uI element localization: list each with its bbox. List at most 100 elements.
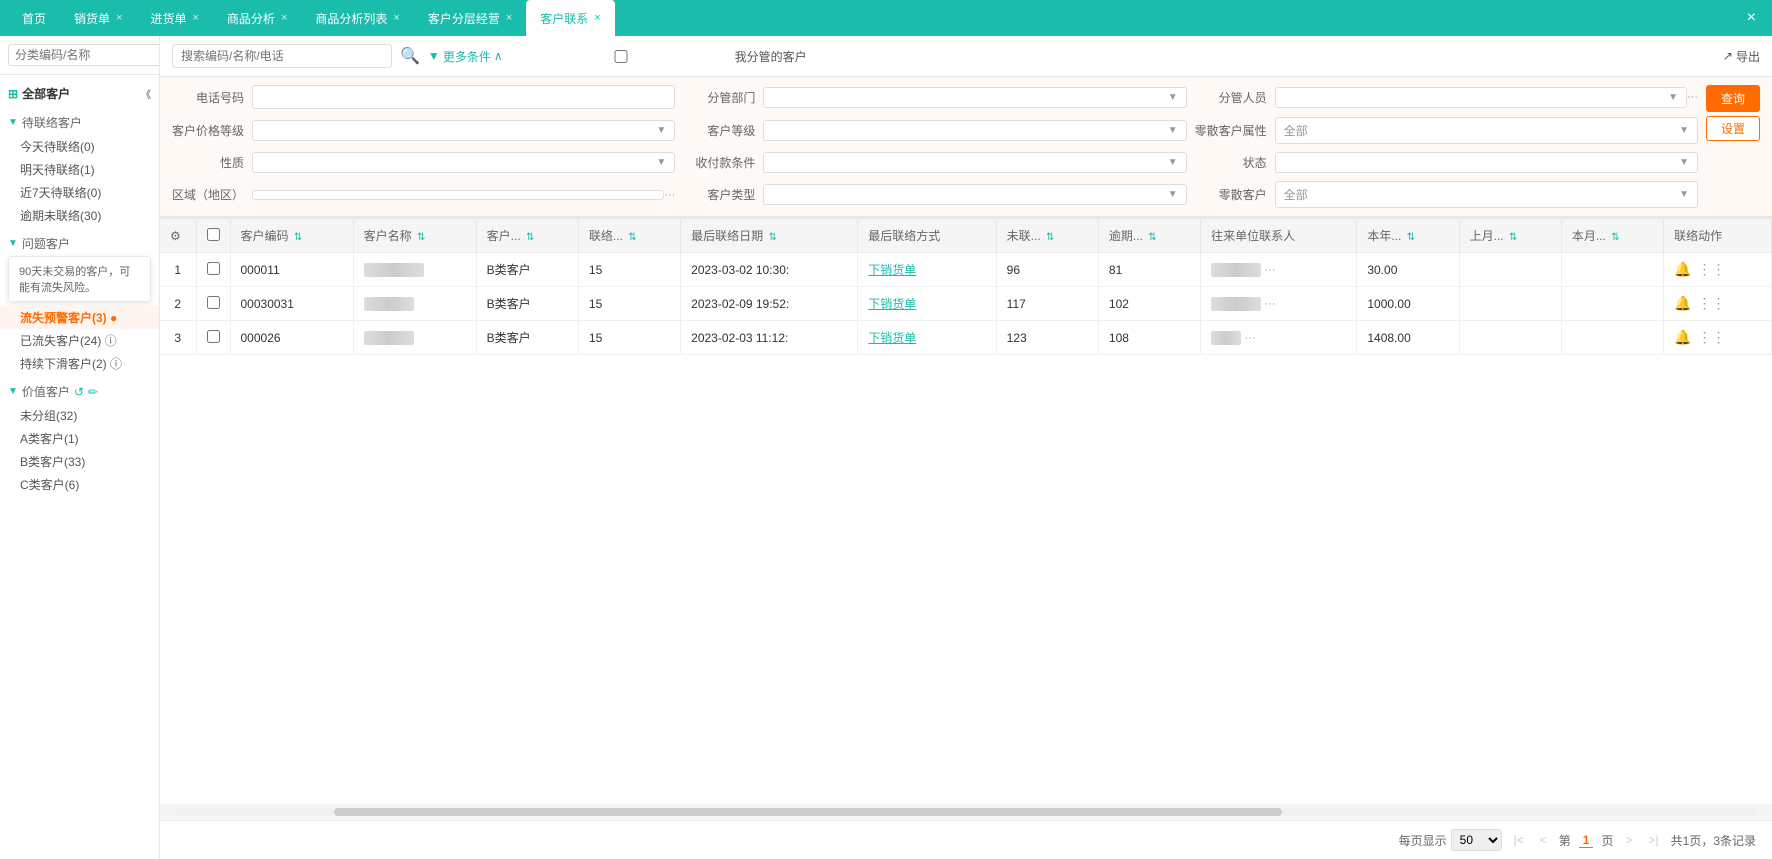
sidebar-item-class-b[interactable]: B类客户(33) <box>0 450 159 473</box>
nav-product-analysis[interactable]: 商品分析 × <box>213 0 301 36</box>
sidebar-item-week-pending[interactable]: 近7天待联络(0) <box>0 181 159 204</box>
th-last-contact-method[interactable]: 最后联络方式 <box>858 219 996 253</box>
th-this-year[interactable]: 本年... ⇅ <box>1357 219 1459 253</box>
nav-product-analysis-list-close[interactable]: × <box>393 12 399 24</box>
nav-product-analysis-close[interactable]: × <box>281 12 287 24</box>
th-customer-type[interactable]: 客户... ⇅ <box>476 219 578 253</box>
row-last-contact-method[interactable]: 下销货单 <box>858 253 996 287</box>
th-uncontacted-days[interactable]: 未联... ⇅ <box>996 219 1098 253</box>
nav-customer-contact-close[interactable]: × <box>594 12 600 24</box>
nav-customer-contact[interactable]: 客户联系 × <box>526 0 614 36</box>
row-checkbox-cell[interactable] <box>196 287 230 321</box>
filter-payment-select[interactable]: ▼ <box>763 152 1186 173</box>
export-button[interactable]: ↗ 导出 <box>1723 48 1760 65</box>
filter-customer-level-select[interactable]: ▼ <box>763 120 1186 141</box>
filter-scatter-customer-select[interactable]: 全部 ▼ <box>1275 181 1698 208</box>
row-customer-code: 000026 <box>230 321 353 355</box>
nav-home[interactable]: 首页 <box>8 0 60 36</box>
sidebar-all-customers-title[interactable]: ⊞ 全部客户 《 <box>8 81 151 106</box>
first-page-btn[interactable]: |< <box>1510 831 1528 849</box>
sidebar-search-input[interactable] <box>8 44 160 66</box>
th-contact-person[interactable]: 往来单位联系人 <box>1201 219 1357 253</box>
sidebar-item-class-c[interactable]: C类客户(6) <box>0 473 159 496</box>
sidebar-item-class-a[interactable]: A类客户(1) <box>0 427 159 450</box>
sort-icon-year: ⇅ <box>1407 232 1415 243</box>
filter-scatter-attr-select[interactable]: 全部 ▼ <box>1275 117 1698 144</box>
sidebar-section-pending-title[interactable]: ▼ 待联络客户 <box>0 110 159 135</box>
more-action-icon[interactable]: ⋮⋮ <box>1698 295 1726 312</box>
window-close-icon[interactable]: × <box>1739 9 1764 27</box>
filter-dept-select[interactable]: ▼ <box>763 87 1186 108</box>
row-last-contact-date: 2023-03-02 10:30: <box>681 253 858 287</box>
th-customer-name[interactable]: 客户名称 ⇅ <box>353 219 476 253</box>
sidebar-section-value-title[interactable]: ▼ 价值客户 ↺ ✏ <box>0 379 159 404</box>
filter-nature-select[interactable]: ▼ <box>252 152 675 173</box>
th-contact-count[interactable]: 联络... ⇅ <box>578 219 680 253</box>
chevron-down-icon-2: ▼ <box>1668 92 1678 103</box>
nav-purchase-order[interactable]: 进货单 × <box>136 0 212 36</box>
th-last-contact-date[interactable]: 最后联络日期 ⇅ <box>681 219 858 253</box>
filter-settings-button[interactable]: 设置 <box>1706 116 1760 141</box>
th-customer-code[interactable]: 客户编码 ⇅ <box>230 219 353 253</box>
row-customer-code: 000011 <box>230 253 353 287</box>
nav-sales-order-close[interactable]: × <box>116 12 122 24</box>
filter-scatter-customer: 零散客户 全部 ▼ <box>1195 181 1698 208</box>
sidebar-item-declining[interactable]: 持续下滑客户(2) ⓘ <box>0 352 159 375</box>
filter-more-icon-1[interactable]: ··· <box>1687 91 1698 103</box>
row-checkbox[interactable] <box>207 262 220 275</box>
last-page-btn[interactable]: >| <box>1645 831 1663 849</box>
sidebar-item-churn-warning[interactable]: 流失预警客户(3) ● <box>0 306 159 329</box>
sort-icon-code: ⇅ <box>294 232 302 243</box>
my-customers-check[interactable] <box>511 50 731 63</box>
filter-phone-input[interactable] <box>252 85 675 109</box>
sidebar-item-tomorrow-pending[interactable]: 明天待联络(1) <box>0 158 159 181</box>
filter-region-select[interactable] <box>252 190 664 200</box>
search-button[interactable]: 🔍 <box>400 46 420 66</box>
contact-action-icon[interactable]: 🔔 <box>1674 329 1691 346</box>
filter-more-icon-2[interactable]: ··· <box>664 189 675 201</box>
nav-purchase-order-close[interactable]: × <box>192 12 198 24</box>
filter-price-level-select[interactable]: ▼ <box>252 120 675 141</box>
prev-page-btn[interactable]: < <box>1536 831 1551 849</box>
th-last-month[interactable]: 上月... ⇅ <box>1459 219 1561 253</box>
search-input[interactable] <box>172 44 392 68</box>
contact-action-icon[interactable]: 🔔 <box>1674 261 1691 278</box>
nav-customer-tier[interactable]: 客户分层经营 × <box>414 0 526 36</box>
refresh-icon[interactable]: ↺ <box>74 385 84 399</box>
filter-person-select[interactable]: ▼ <box>1275 87 1687 108</box>
select-all-checkbox[interactable] <box>207 228 220 241</box>
filter-customer-type-select[interactable]: ▼ <box>763 184 1186 205</box>
filter-button[interactable]: ▼ 更多条件 ∧ <box>428 48 503 65</box>
filter-status-select[interactable]: ▼ <box>1275 152 1698 173</box>
row-checkbox-cell[interactable] <box>196 321 230 355</box>
edit-icon[interactable]: ✏ <box>88 385 98 399</box>
contact-action-icon[interactable]: 🔔 <box>1674 295 1691 312</box>
sidebar-item-ungrouped[interactable]: 未分组(32) <box>0 404 159 427</box>
more-action-icon[interactable]: ⋮⋮ <box>1698 261 1726 278</box>
sidebar-section-problem-title[interactable]: ▼ 问题客户 <box>0 231 159 256</box>
sidebar-item-churned[interactable]: 已流失客户(24) ⓘ <box>0 329 159 352</box>
scroll-thumb[interactable] <box>334 808 1282 816</box>
nav-product-analysis-list[interactable]: 商品分析列表 × <box>301 0 413 36</box>
row-last-contact-method[interactable]: 下销货单 <box>858 321 996 355</box>
th-settings[interactable]: ⚙ <box>160 219 196 253</box>
sidebar-item-overdue-pending[interactable]: 逾期未联络(30) <box>0 204 159 227</box>
row-checkbox[interactable] <box>207 330 220 343</box>
query-button[interactable]: 查询 <box>1706 85 1760 112</box>
chevron-down-icon-10: ▼ <box>1679 189 1689 200</box>
my-customers-checkbox[interactable]: 我分管的客户 <box>511 48 807 65</box>
row-checkbox-cell[interactable] <box>196 253 230 287</box>
row-checkbox[interactable] <box>207 296 220 309</box>
nav-customer-tier-close[interactable]: × <box>506 12 512 24</box>
next-page-btn[interactable]: > <box>1622 831 1637 849</box>
th-this-month[interactable]: 本月... ⇅ <box>1561 219 1663 253</box>
row-last-contact-method[interactable]: 下销货单 <box>858 287 996 321</box>
sidebar-item-today-pending[interactable]: 今天待联络(0) <box>0 135 159 158</box>
more-action-icon[interactable]: ⋮⋮ <box>1698 329 1726 346</box>
th-checkbox[interactable] <box>196 219 230 253</box>
table-row: 2 00030031 B类客户 15 2023-02-09 19:52: 下销货… <box>160 287 1772 321</box>
per-page-select[interactable]: 50 100 200 <box>1451 829 1502 851</box>
th-overdue-days[interactable]: 逾期... ⇅ <box>1098 219 1200 253</box>
horizontal-scrollbar[interactable] <box>176 808 1756 816</box>
nav-sales-order[interactable]: 销货单 × <box>60 0 136 36</box>
